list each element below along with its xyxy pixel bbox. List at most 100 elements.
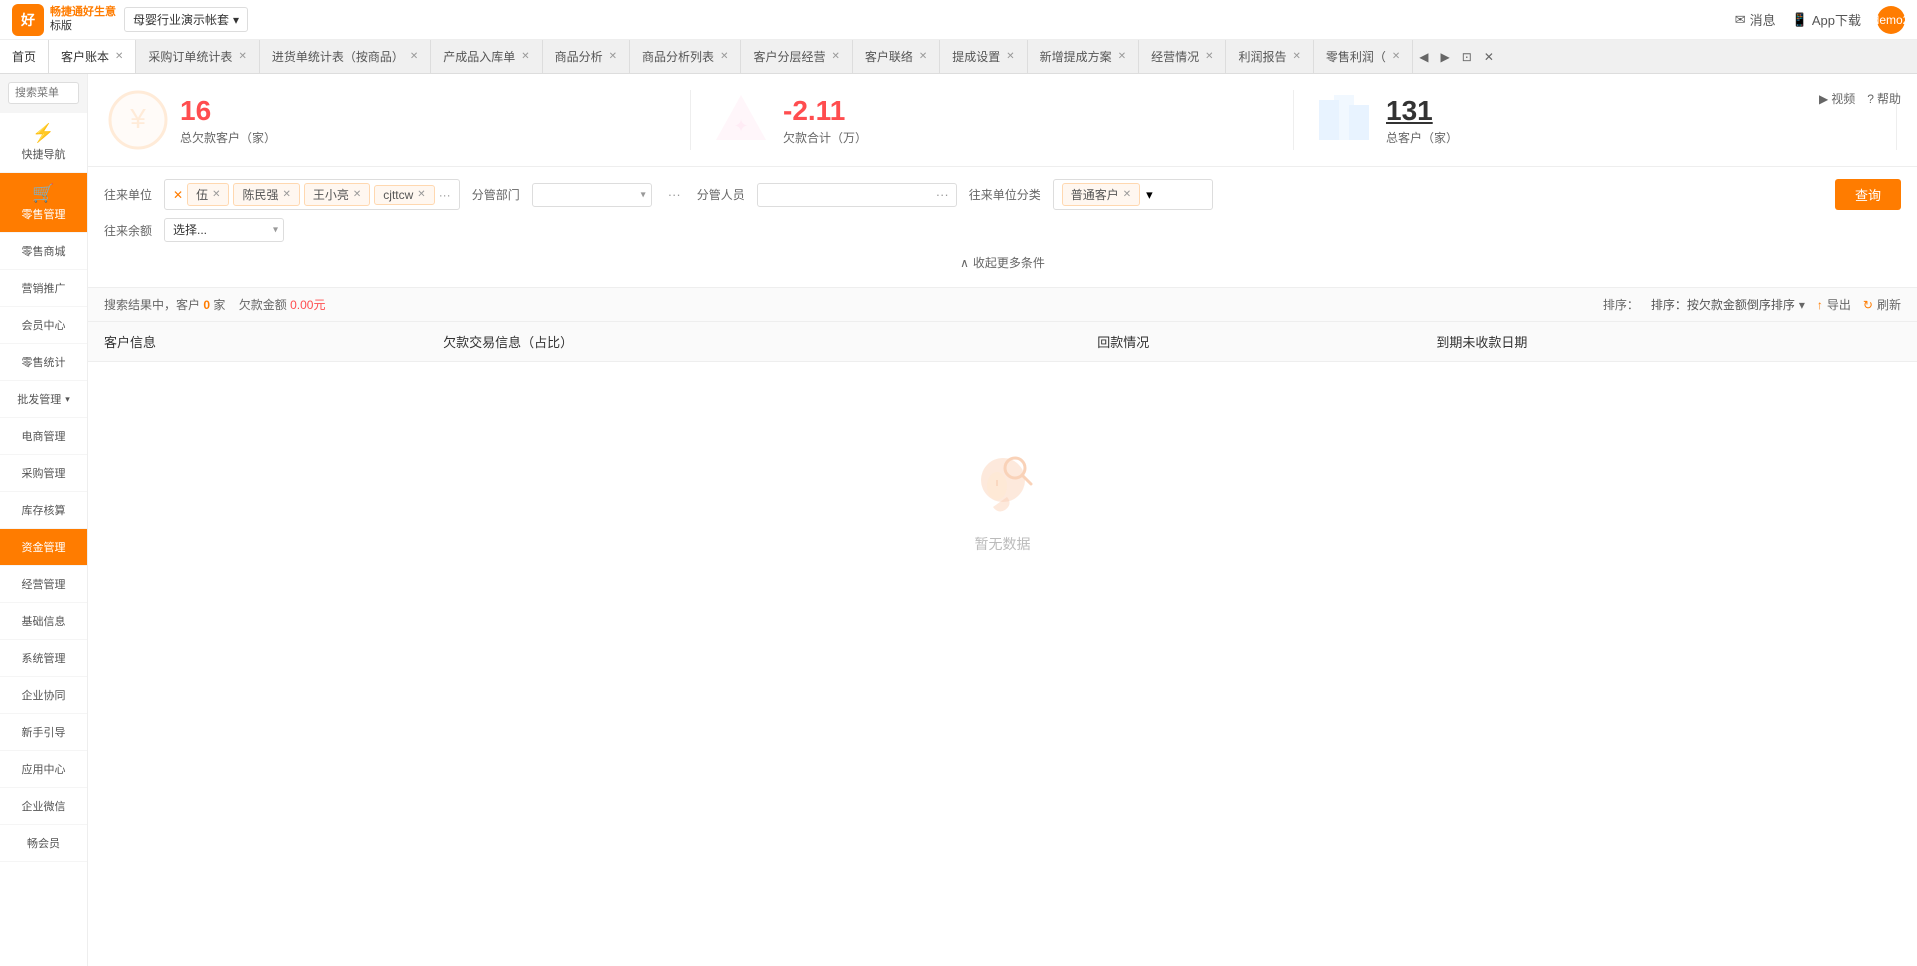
export-icon: ↑	[1817, 298, 1823, 312]
video-btn[interactable]: ▶ 视频	[1819, 90, 1855, 107]
company-selector[interactable]: 母婴行业演示帐套 ▾	[124, 7, 248, 32]
tab-close-icon[interactable]: ✕	[1392, 51, 1400, 62]
sidebar-item-basic-info[interactable]: 基础信息	[0, 603, 87, 640]
stats-actions: ▶ 视频 ? 帮助	[1819, 90, 1901, 107]
dept-dots[interactable]: ···	[664, 183, 685, 206]
sidebar-item-inventory[interactable]: 库存核算	[0, 492, 87, 529]
main-layout: ⚡ 快捷导航 🛒 零售管理 零售商城 营销推广 会员中心 零售统计 批发管理 ▾…	[0, 74, 1917, 966]
tab-product-list[interactable]: 商品分析列表 ✕	[630, 40, 741, 74]
avatar[interactable]: demo2	[1877, 6, 1905, 34]
tab-close-all-btn[interactable]: ✕	[1478, 50, 1500, 64]
tab-restore-btn[interactable]: ⊡	[1456, 50, 1478, 64]
tab-add-tip[interactable]: 新增提成方案 ✕	[1028, 40, 1139, 74]
sidebar-item-retail-mall[interactable]: 零售商城	[0, 233, 87, 270]
sidebar-item-search[interactable]	[0, 74, 87, 113]
stat-customers-value: 16	[180, 95, 276, 127]
unit-x-icon[interactable]: ✕	[173, 188, 183, 202]
sidebar-item-quick-nav[interactable]: ⚡ 快捷导航	[0, 113, 87, 173]
stat-debt-label: 欠款合计（万）	[783, 129, 867, 146]
tab-next-btn[interactable]: ▶	[1435, 50, 1456, 64]
unit-label: 往来单位	[104, 186, 152, 203]
header-right: ✉ 消息 📱 App下载 demo2	[1735, 6, 1905, 34]
col-customer-info: 客户信息	[88, 322, 427, 362]
tab-close-icon[interactable]: ✕	[238, 51, 246, 62]
tab-cost-inbound[interactable]: 产成品入库单 ✕	[431, 40, 542, 74]
tab-business-status[interactable]: 经营情况 ✕	[1139, 40, 1226, 74]
tab-close-icon[interactable]: ✕	[831, 51, 839, 62]
sidebar-item-member-plus[interactable]: 畅会员	[0, 825, 87, 862]
tab-customer-account[interactable]: 客户账本 ✕	[49, 40, 136, 74]
filter-tag-cjttcw[interactable]: cjttcw✕	[374, 185, 434, 205]
sort-select[interactable]: 排序：按欠款金额倒序排序 ▾	[1651, 296, 1805, 313]
search-menu-input[interactable]	[8, 82, 79, 104]
sort-label: 排序：	[1603, 296, 1639, 313]
sidebar-item-system[interactable]: 系统管理	[0, 640, 87, 677]
dept-select[interactable]	[532, 183, 652, 207]
tab-close-icon[interactable]: ✕	[1006, 51, 1014, 62]
tag-close-cjttcw[interactable]: ✕	[417, 189, 425, 200]
tab-close-icon[interactable]: ✕	[720, 51, 728, 62]
filter-tag-normal-customer[interactable]: 普通客户 ✕	[1062, 183, 1140, 206]
collapse-btn[interactable]: ∧ 收起更多条件	[952, 250, 1053, 275]
logo-area: 好 畅捷通好生意 标版	[12, 4, 116, 36]
sidebar-item-purchase[interactable]: 采购管理	[0, 455, 87, 492]
content-area: ¥ 16 总欠款客户（家） ✦ -2.11 欠款合计	[88, 74, 1917, 966]
messages-btn[interactable]: ✉ 消息	[1735, 10, 1776, 29]
sidebar-item-retail-mgmt[interactable]: 🛒 零售管理	[0, 173, 87, 233]
tab-close-icon[interactable]: ✕	[1205, 51, 1213, 62]
person-dots[interactable]: ···	[932, 183, 953, 206]
stat-all-value: 131	[1386, 95, 1458, 127]
tab-profit-report[interactable]: 利润报告 ✕	[1226, 40, 1313, 74]
unit-class-select[interactable]: 普通客户 ✕ ▾	[1053, 179, 1213, 210]
tab-close-icon[interactable]: ✕	[609, 51, 617, 62]
tag-close-wang[interactable]: ✕	[353, 189, 361, 200]
tag-close-wu[interactable]: ✕	[212, 189, 220, 200]
more-tags-btn[interactable]: ···	[439, 188, 451, 202]
sidebar-item-wholesale[interactable]: 批发管理 ▾	[0, 381, 87, 418]
remaining-select[interactable]: 选择...	[164, 218, 284, 242]
refresh-btn[interactable]: ↻ 刷新	[1863, 296, 1901, 313]
sidebar-item-retail-stats[interactable]: 零售统计	[0, 344, 87, 381]
dept-label: 分管部门	[472, 186, 520, 203]
tab-purchase-order[interactable]: 采购订单统计表 ✕	[136, 40, 259, 74]
results-info: 搜索结果中，客户 0 家 欠款金额 0.00元	[104, 296, 325, 313]
tab-close-icon[interactable]: ✕	[919, 51, 927, 62]
tab-retail-profit[interactable]: 零售利润（ ✕	[1314, 40, 1413, 74]
tag-close-normal[interactable]: ✕	[1123, 189, 1131, 200]
filter-tag-wu[interactable]: 伍✕	[187, 183, 229, 206]
unit-select[interactable]: ✕ 伍✕ 陈民强✕ 王小亮✕ cjttcw✕ ···	[164, 179, 460, 210]
col-due-date: 到期未收款日期	[1420, 322, 1917, 362]
sidebar-item-finance[interactable]: 资金管理	[0, 529, 87, 566]
tab-close-icon[interactable]: ✕	[1118, 51, 1126, 62]
person-input[interactable]	[757, 183, 957, 207]
sidebar-item-member-center[interactable]: 会员中心	[0, 307, 87, 344]
stat-debt-content: -2.11 欠款合计（万）	[783, 95, 867, 146]
sidebar-item-wechat[interactable]: 企业微信	[0, 788, 87, 825]
filter-tag-chen[interactable]: 陈民强✕	[233, 183, 299, 206]
sidebar-item-marketing[interactable]: 营销推广	[0, 270, 87, 307]
tab-customer-contact[interactable]: 客户联络 ✕	[853, 40, 940, 74]
tag-close-chen[interactable]: ✕	[283, 189, 291, 200]
export-btn[interactable]: ↑ 导出	[1817, 296, 1851, 313]
query-btn[interactable]: 查询	[1835, 179, 1901, 210]
tab-product-analysis[interactable]: 商品分析 ✕	[543, 40, 630, 74]
sidebar-item-operations[interactable]: 经营管理	[0, 566, 87, 603]
sidebar-item-enterprise[interactable]: 企业协同	[0, 677, 87, 714]
sidebar-item-guide[interactable]: 新手引导	[0, 714, 87, 751]
logo-icon: 好	[12, 4, 44, 36]
tab-close-icon[interactable]: ✕	[1293, 51, 1301, 62]
tab-customer-tier[interactable]: 客户分层经营 ✕	[741, 40, 852, 74]
sidebar-item-app-center[interactable]: 应用中心	[0, 751, 87, 788]
tab-prev-btn[interactable]: ◀	[1413, 50, 1434, 64]
tab-home[interactable]: 首页	[0, 40, 49, 74]
tab-close-icon[interactable]: ✕	[410, 51, 418, 62]
sidebar-item-ecommerce[interactable]: 电商管理	[0, 418, 87, 455]
tab-tip-settings[interactable]: 提成设置 ✕	[940, 40, 1027, 74]
tab-close-icon[interactable]: ✕	[521, 51, 529, 62]
app-download-btn[interactable]: 📱 App下载	[1792, 10, 1861, 29]
filter-tag-wang[interactable]: 王小亮✕	[304, 183, 370, 206]
help-btn[interactable]: ? 帮助	[1867, 90, 1901, 107]
tab-close-icon[interactable]: ✕	[115, 51, 123, 62]
tab-inbound-stats[interactable]: 进货单统计表（按商品） ✕	[260, 40, 431, 74]
col-repayment: 回款情况	[1081, 322, 1420, 362]
